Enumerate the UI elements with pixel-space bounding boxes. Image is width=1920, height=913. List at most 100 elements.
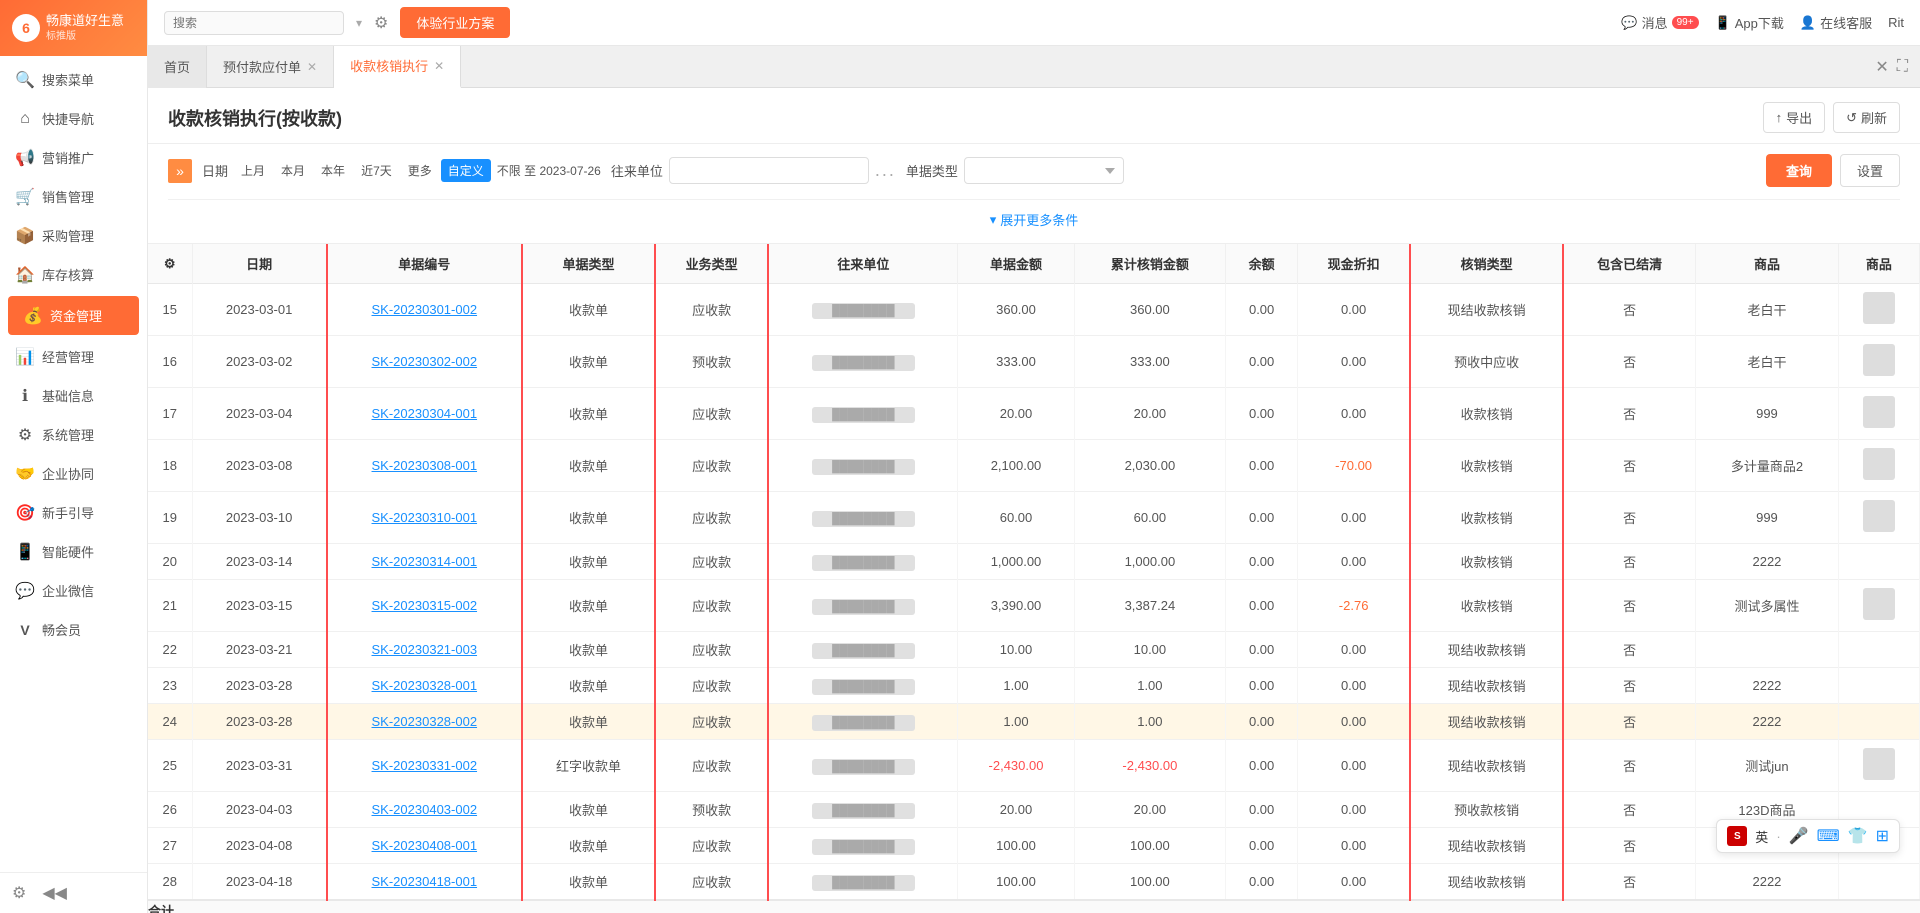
table-row[interactable]: 222023-03-21SK-20230321-003收款单应收款███████… xyxy=(148,632,1920,668)
tab-prepay[interactable]: 预付款应付单 ✕ xyxy=(207,46,334,88)
expand-more-btn[interactable]: ▾ 展开更多条件 xyxy=(990,206,1079,233)
table-row[interactable]: 232023-03-28SK-20230328-001收款单应收款███████… xyxy=(148,668,1920,704)
td-docno[interactable]: SK-20230408-001 xyxy=(327,828,522,864)
filter-toggle-button[interactable]: » xyxy=(168,159,192,183)
sidebar-item-purchase[interactable]: 📦 采购管理 xyxy=(0,216,147,255)
app-download-button[interactable]: 📱 App下载 xyxy=(1715,13,1784,32)
date-more-btn[interactable]: 更多 xyxy=(401,159,439,182)
tab-prepay-close[interactable]: ✕ xyxy=(307,60,317,74)
sidebar-item-guide[interactable]: 🎯 新手引导 xyxy=(0,493,147,532)
td-verified: 60.00 xyxy=(1074,492,1226,544)
th-discount[interactable]: 现金折扣 xyxy=(1298,244,1411,284)
td-docno[interactable]: SK-20230301-002 xyxy=(327,284,522,336)
td-discount: 0.00 xyxy=(1298,388,1411,440)
more-filters-dots[interactable]: ... xyxy=(875,160,896,181)
partner-input[interactable] xyxy=(669,157,869,184)
td-docno[interactable]: SK-20230302-002 xyxy=(327,336,522,388)
th-amount[interactable]: 单据金额 xyxy=(958,244,1074,284)
table-row[interactable]: 282023-04-18SK-20230418-001收款单应收款███████… xyxy=(148,864,1920,901)
th-biz-type[interactable]: 业务类型 xyxy=(655,244,768,284)
table-row[interactable]: 182023-03-08SK-20230308-001收款单应收款███████… xyxy=(148,440,1920,492)
collapse-icon[interactable]: ◀◀ xyxy=(42,883,67,903)
th-settled[interactable]: 包含已结清 xyxy=(1563,244,1695,284)
online-service-button[interactable]: 👤 在线客服 xyxy=(1800,13,1872,32)
table-row[interactable]: 202023-03-14SK-20230314-001收款单应收款███████… xyxy=(148,544,1920,580)
sidebar-item-wechat[interactable]: 💬 企业微信 xyxy=(0,571,147,610)
td-docno[interactable]: SK-20230310-001 xyxy=(327,492,522,544)
sidebar-item-member[interactable]: V 畅会员 xyxy=(0,610,147,649)
date-custom-btn[interactable]: 自定义 xyxy=(441,159,491,182)
shirt-icon[interactable]: 👕 xyxy=(1848,826,1868,846)
mic-icon[interactable]: 🎤 xyxy=(1789,826,1809,846)
table-row[interactable]: 242023-03-28SK-20230328-002收款单应收款███████… xyxy=(148,704,1920,740)
keyboard-icon[interactable]: ⌨ xyxy=(1817,826,1840,846)
td-verifytype: 现结收款核销 xyxy=(1410,284,1563,336)
tab-close-all-button[interactable]: ✕ xyxy=(1875,57,1888,77)
td-goods: 测试多属性 xyxy=(1696,580,1839,632)
tab-expand-button[interactable]: ⛶ xyxy=(1897,58,1908,76)
date-this-month-btn[interactable]: 本月 xyxy=(274,159,312,182)
tab-receipt-verify[interactable]: 收款核销执行 ✕ xyxy=(334,46,461,88)
table-row[interactable]: 172023-03-04SK-20230304-001收款单应收款███████… xyxy=(148,388,1920,440)
td-docno[interactable]: SK-20230321-003 xyxy=(327,632,522,668)
th-goods-img[interactable]: 商品 xyxy=(1838,244,1919,284)
page-title: 收款核销执行(按收款) xyxy=(168,105,342,131)
user-name[interactable]: Rit xyxy=(1888,15,1904,30)
date-last-month-btn[interactable]: 上月 xyxy=(234,159,272,182)
refresh-button[interactable]: ↺ 刷新 xyxy=(1833,102,1900,133)
sidebar-item-marketing[interactable]: 📢 营销推广 xyxy=(0,138,147,177)
topbar-chevron-icon[interactable]: ▾ xyxy=(356,16,362,30)
table-row[interactable]: 272023-04-08SK-20230408-001收款单应收款███████… xyxy=(148,828,1920,864)
th-settings[interactable]: ⚙ xyxy=(148,244,192,284)
date-7days-btn[interactable]: 近7天 xyxy=(354,159,399,182)
tab-receipt-close[interactable]: ✕ xyxy=(434,59,444,73)
date-this-year-btn[interactable]: 本年 xyxy=(314,159,352,182)
th-date[interactable]: 日期 xyxy=(192,244,327,284)
footer-label: 合计 xyxy=(148,900,327,913)
th-doc-no[interactable]: 单据编号 xyxy=(327,244,522,284)
doctype-select[interactable] xyxy=(964,157,1124,184)
th-doc-type[interactable]: 单据类型 xyxy=(522,244,655,284)
td-docno[interactable]: SK-20230304-001 xyxy=(327,388,522,440)
sidebar-item-finance[interactable]: 💰 资金管理 xyxy=(8,296,139,335)
settings-bottom-icon[interactable]: ⚙ xyxy=(12,883,26,903)
sidebar-item-quicknav[interactable]: ⌂ 快捷导航 xyxy=(0,99,147,138)
settings-button[interactable]: 设置 xyxy=(1840,154,1900,187)
sidebar-item-hardware[interactable]: 📱 智能硬件 xyxy=(0,532,147,571)
sidebar-item-inventory[interactable]: 🏠 库存核算 xyxy=(0,255,147,294)
export-button[interactable]: ↑ 导出 xyxy=(1763,102,1826,133)
topbar-gear-icon[interactable]: ⚙ xyxy=(374,13,388,33)
td-docno[interactable]: SK-20230315-002 xyxy=(327,580,522,632)
sidebar-item-search[interactable]: 🔍 搜索菜单 xyxy=(0,60,147,99)
sidebar-item-collab[interactable]: 🤝 企业协同 xyxy=(0,454,147,493)
topbar-search-input[interactable] xyxy=(164,11,344,35)
td-docno[interactable]: SK-20230331-002 xyxy=(327,740,522,792)
table-row[interactable]: 252023-03-31SK-20230331-002红字收款单应收款█████… xyxy=(148,740,1920,792)
message-button[interactable]: 💬 消息 99+ xyxy=(1621,13,1698,32)
th-verified[interactable]: 累计核销金额 xyxy=(1074,244,1226,284)
table-row[interactable]: 212023-03-15SK-20230315-002收款单应收款███████… xyxy=(148,580,1920,632)
td-docno[interactable]: SK-20230418-001 xyxy=(327,864,522,901)
sidebar-item-basic[interactable]: ℹ 基础信息 xyxy=(0,376,147,415)
sidebar-item-operation[interactable]: 📊 经营管理 xyxy=(0,337,147,376)
industry-solution-button[interactable]: 体验行业方案 xyxy=(400,7,510,38)
th-balance[interactable]: 余额 xyxy=(1226,244,1298,284)
td-docno[interactable]: SK-20230403-002 xyxy=(327,792,522,828)
th-verify-type[interactable]: 核销类型 xyxy=(1410,244,1563,284)
td-docno[interactable]: SK-20230308-001 xyxy=(327,440,522,492)
td-docno[interactable]: SK-20230328-002 xyxy=(327,704,522,740)
tab-home[interactable]: 首页 xyxy=(148,46,207,88)
table-row[interactable]: 162023-03-02SK-20230302-002收款单预收款███████… xyxy=(148,336,1920,388)
sidebar-item-system[interactable]: ⚙ 系统管理 xyxy=(0,415,147,454)
td-docno[interactable]: SK-20230328-001 xyxy=(327,668,522,704)
td-goodsimg xyxy=(1838,544,1919,580)
table-row[interactable]: 262023-04-03SK-20230403-002收款单预收款███████… xyxy=(148,792,1920,828)
table-row[interactable]: 192023-03-10SK-20230310-001收款单应收款███████… xyxy=(148,492,1920,544)
td-docno[interactable]: SK-20230314-001 xyxy=(327,544,522,580)
query-button[interactable]: 查询 xyxy=(1766,154,1832,187)
table-row[interactable]: 152023-03-01SK-20230301-002收款单应收款███████… xyxy=(148,284,1920,336)
th-goods[interactable]: 商品 xyxy=(1696,244,1839,284)
th-partner[interactable]: 往来单位 xyxy=(768,244,958,284)
sidebar-item-sales[interactable]: 🛒 销售管理 xyxy=(0,177,147,216)
apps-icon[interactable]: ⊞ xyxy=(1876,826,1889,846)
